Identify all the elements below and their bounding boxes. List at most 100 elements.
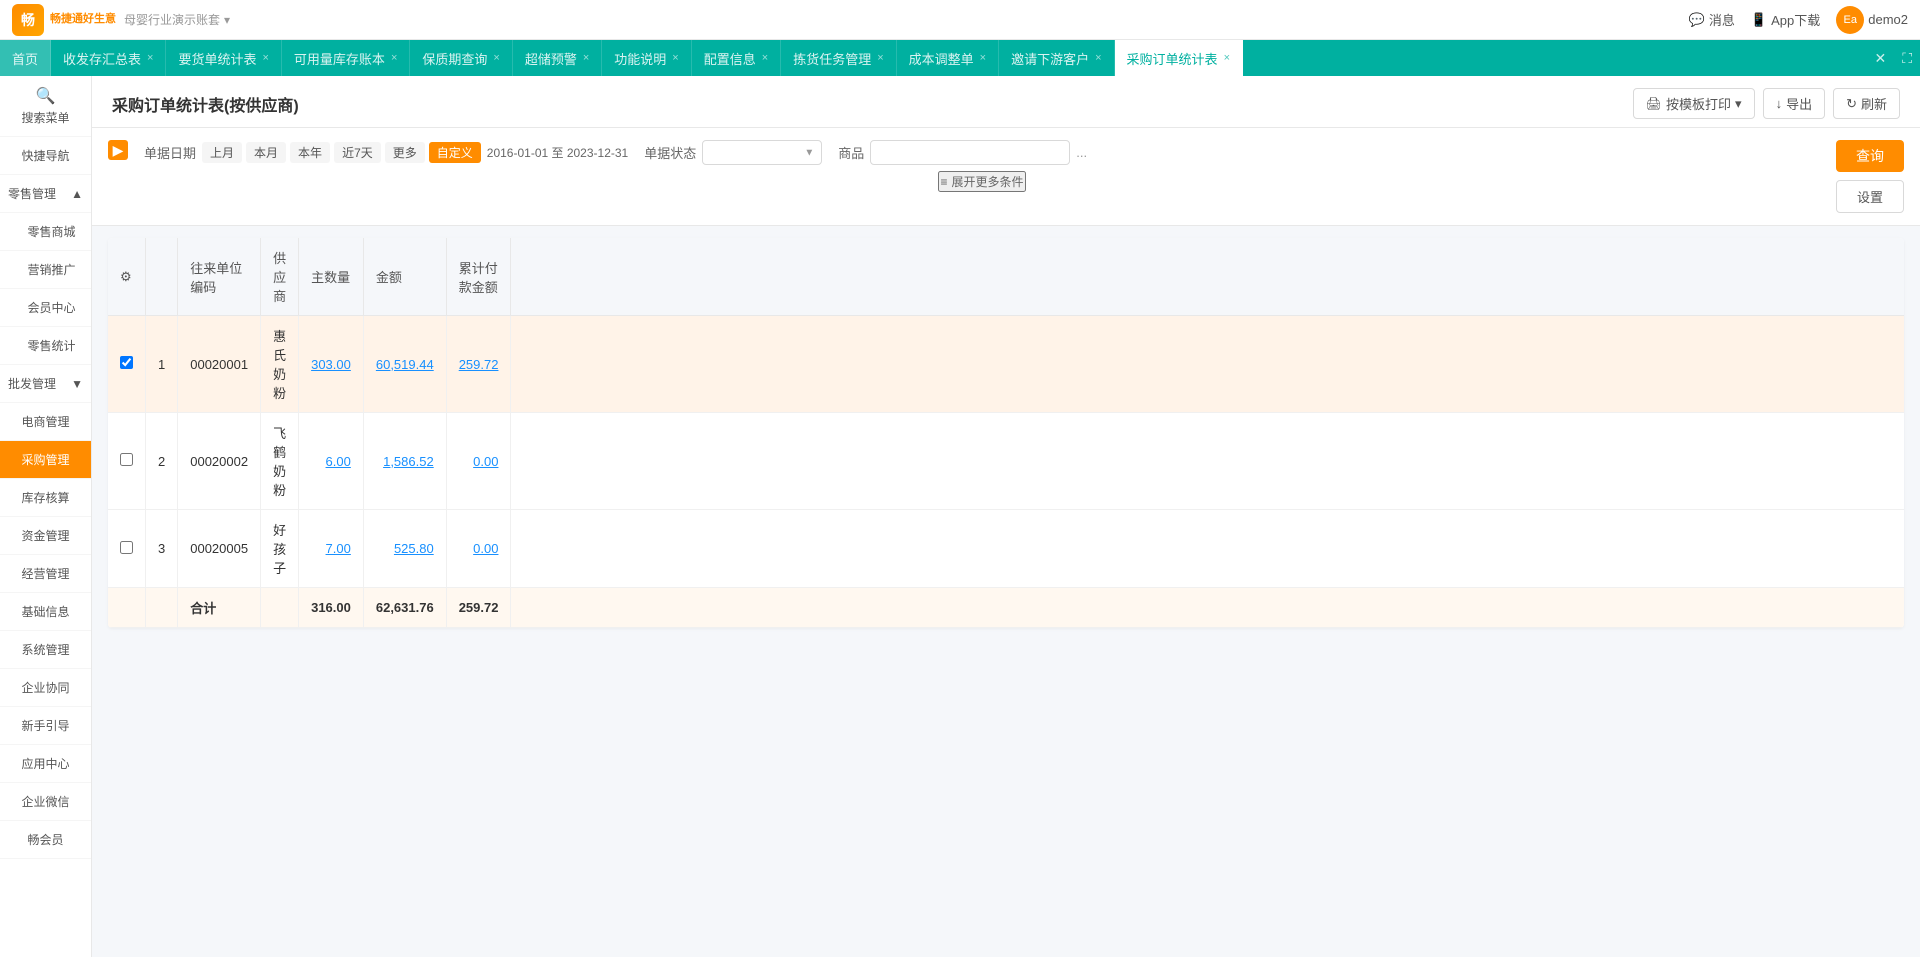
message-label: 消息 bbox=[1709, 10, 1735, 29]
td-checkbox-2[interactable] bbox=[108, 413, 146, 510]
tab-baozhi[interactable]: 保质期查询 × bbox=[410, 40, 512, 76]
td-extra-2 bbox=[511, 413, 1904, 510]
td-code-3: 00020005 bbox=[178, 510, 261, 588]
sidebar-item-wechat[interactable]: 企业微信 bbox=[0, 783, 91, 821]
export-button[interactable]: ↓ 导出 bbox=[1763, 88, 1826, 119]
th-supplier: 供应商 bbox=[261, 238, 299, 316]
sidebar-basic-label: 基础信息 bbox=[21, 603, 69, 620]
sidebar-item-vip[interactable]: 畅会员 bbox=[0, 821, 91, 859]
tab-peizhi[interactable]: 配置信息 × bbox=[692, 40, 781, 76]
nav-tabs-bar: 首页 收发存汇总表 × 要货单统计表 × 可用量库存账本 × 保质期查询 × 超… bbox=[0, 40, 1920, 76]
goods-input[interactable] bbox=[870, 140, 1070, 165]
breadcrumb-arrow[interactable]: ▾ bbox=[224, 13, 230, 27]
export-label: 导出 bbox=[1786, 94, 1812, 113]
table-row: 2 00020002 飞鹤奶粉 6.00 1,586.52 0.00 bbox=[108, 413, 1904, 510]
date-shortcuts: 上月 本月 本年 近7天 更多 自定义 bbox=[202, 142, 481, 163]
tab-chaochu-close[interactable]: × bbox=[583, 52, 589, 64]
tab-home[interactable]: 首页 bbox=[0, 40, 51, 76]
sidebar-item-search[interactable]: 🔍 搜索菜单 bbox=[0, 76, 91, 137]
logo-text: 畅捷通好生意 bbox=[50, 13, 116, 26]
sidebar-item-appcenter[interactable]: 应用中心 bbox=[0, 745, 91, 783]
expand-conditions-btn[interactable]: ≡ 展开更多条件 bbox=[938, 171, 1025, 192]
tab-keyongliang[interactable]: 可用量库存账本 × bbox=[282, 40, 410, 76]
sidebar-item-system[interactable]: 系统管理 bbox=[0, 631, 91, 669]
sidebar-item-inventory[interactable]: 库存核算 bbox=[0, 479, 91, 517]
tab-caigou-close[interactable]: × bbox=[1224, 52, 1230, 64]
top-bar: 畅 畅捷通好生意 母婴行业演示账套 ▾ 💬 消息 📱 App下载 Ea demo… bbox=[0, 0, 1920, 40]
td-amount-1: 60,519.44 bbox=[363, 316, 446, 413]
td-extra-3 bbox=[511, 510, 1904, 588]
sidebar-retail-shop-label: 零售商城 bbox=[27, 223, 75, 240]
sidebar-item-retail[interactable]: 零售管理 ▲ bbox=[0, 175, 91, 213]
tab-caigou[interactable]: 采购订单统计表 × bbox=[1115, 40, 1243, 76]
settings-icon[interactable]: ⚙ bbox=[120, 269, 132, 284]
refresh-button[interactable]: ↻ 刷新 bbox=[1833, 88, 1900, 119]
sidebar-item-operation[interactable]: 经营管理 bbox=[0, 555, 91, 593]
sidebar-item-finance[interactable]: 资金管理 bbox=[0, 517, 91, 555]
sidebar-item-basic[interactable]: 基础信息 bbox=[0, 593, 91, 631]
sidebar-guide-label: 新手引导 bbox=[21, 717, 69, 734]
sidebar-item-ecom[interactable]: 电商管理 bbox=[0, 403, 91, 441]
more-options-btn[interactable]: ... bbox=[1076, 145, 1087, 160]
sidebar-finance-label: 资金管理 bbox=[21, 527, 69, 544]
td-checkbox-1[interactable] bbox=[108, 316, 146, 413]
status-select[interactable] bbox=[702, 140, 822, 165]
filter-collapse-btn[interactable]: ▶ bbox=[108, 140, 128, 160]
tab-shoufacun[interactable]: 收发存汇总表 × bbox=[51, 40, 166, 76]
sidebar-item-guide[interactable]: 新手引导 bbox=[0, 707, 91, 745]
tab-yaoqing[interactable]: 邀请下游客户 × bbox=[999, 40, 1114, 76]
tab-close-all[interactable]: ✕ bbox=[1866, 50, 1894, 67]
tab-chengben[interactable]: 成本调整单 × bbox=[897, 40, 999, 76]
row-checkbox-3[interactable] bbox=[120, 541, 133, 554]
tab-keyongliang-close[interactable]: × bbox=[391, 52, 397, 64]
tab-zhihuo[interactable]: 拣货任务管理 × bbox=[781, 40, 896, 76]
th-checkbox: ⚙ bbox=[108, 238, 146, 316]
tab-yaoqing-close[interactable]: × bbox=[1095, 52, 1101, 64]
shortcut-last-month[interactable]: 上月 bbox=[202, 142, 242, 163]
tab-yaohuo[interactable]: 要货单统计表 × bbox=[166, 40, 281, 76]
tab-baozhi-close[interactable]: × bbox=[493, 52, 499, 64]
row-checkbox-1[interactable] bbox=[120, 356, 133, 369]
filter-status: 单据状态 bbox=[644, 140, 822, 165]
tab-zhihuo-close[interactable]: × bbox=[877, 52, 883, 64]
shortcut-this-year[interactable]: 本年 bbox=[290, 142, 330, 163]
sidebar-item-retail-stat[interactable]: 零售统计 bbox=[0, 327, 91, 365]
shortcut-7days[interactable]: 近7天 bbox=[334, 142, 381, 163]
sidebar-vip-label: 畅会员 bbox=[27, 831, 63, 848]
tab-chengben-close[interactable]: × bbox=[980, 52, 986, 64]
td-qty-2: 6.00 bbox=[299, 413, 364, 510]
tab-yaohuo-close[interactable]: × bbox=[262, 52, 268, 64]
td-amount-3: 525.80 bbox=[363, 510, 446, 588]
sidebar-item-corp[interactable]: 企业协同 bbox=[0, 669, 91, 707]
status-label: 单据状态 bbox=[644, 143, 696, 162]
td-footer-extra bbox=[511, 588, 1904, 628]
th-code: 往来单位编码 bbox=[178, 238, 261, 316]
tab-gongneng[interactable]: 功能说明 × bbox=[602, 40, 691, 76]
sidebar-item-retail-shop[interactable]: 零售商城 bbox=[0, 213, 91, 251]
sidebar-member-label: 会员中心 bbox=[27, 299, 75, 316]
print-button[interactable]: 🖨 按模板打印 ▾ bbox=[1633, 88, 1755, 119]
tab-peizhi-close[interactable]: × bbox=[762, 52, 768, 64]
sidebar-item-quicknav[interactable]: 快捷导航 bbox=[0, 137, 91, 175]
td-checkbox-3[interactable] bbox=[108, 510, 146, 588]
tab-gongneng-close[interactable]: × bbox=[672, 52, 678, 64]
settings-button[interactable]: 设置 bbox=[1836, 180, 1904, 213]
content-area: 采购订单统计表(按供应商) 🖨 按模板打印 ▾ ↓ 导出 ↻ 刷新 bbox=[92, 76, 1920, 957]
app-download-btn[interactable]: 📱 App下载 bbox=[1751, 10, 1820, 29]
message-btn[interactable]: 💬 消息 bbox=[1689, 10, 1735, 29]
sidebar-item-marketing[interactable]: 营销推广 bbox=[0, 251, 91, 289]
sidebar-item-purchase[interactable]: 采购管理 bbox=[0, 441, 91, 479]
row-checkbox-2[interactable] bbox=[120, 453, 133, 466]
shortcut-this-month[interactable]: 本月 bbox=[246, 142, 286, 163]
shortcut-custom[interactable]: 自定义 bbox=[429, 142, 481, 163]
tab-shoufacun-close[interactable]: × bbox=[147, 52, 153, 64]
sidebar: 🔍 搜索菜单 快捷导航 零售管理 ▲ 零售商城 营销推广 会员中心 零售统计 批… bbox=[0, 76, 92, 957]
td-code-2: 00020002 bbox=[178, 413, 261, 510]
query-button[interactable]: 查询 bbox=[1836, 140, 1904, 172]
shortcut-more[interactable]: 更多 bbox=[385, 142, 425, 163]
sidebar-item-member[interactable]: 会员中心 bbox=[0, 289, 91, 327]
tab-expand[interactable]: ⛶ bbox=[1894, 50, 1920, 67]
sidebar-item-wholesale[interactable]: 批发管理 ▼ bbox=[0, 365, 91, 403]
tab-chaochu[interactable]: 超储预警 × bbox=[513, 40, 602, 76]
user-profile[interactable]: Ea demo2 bbox=[1836, 6, 1908, 34]
